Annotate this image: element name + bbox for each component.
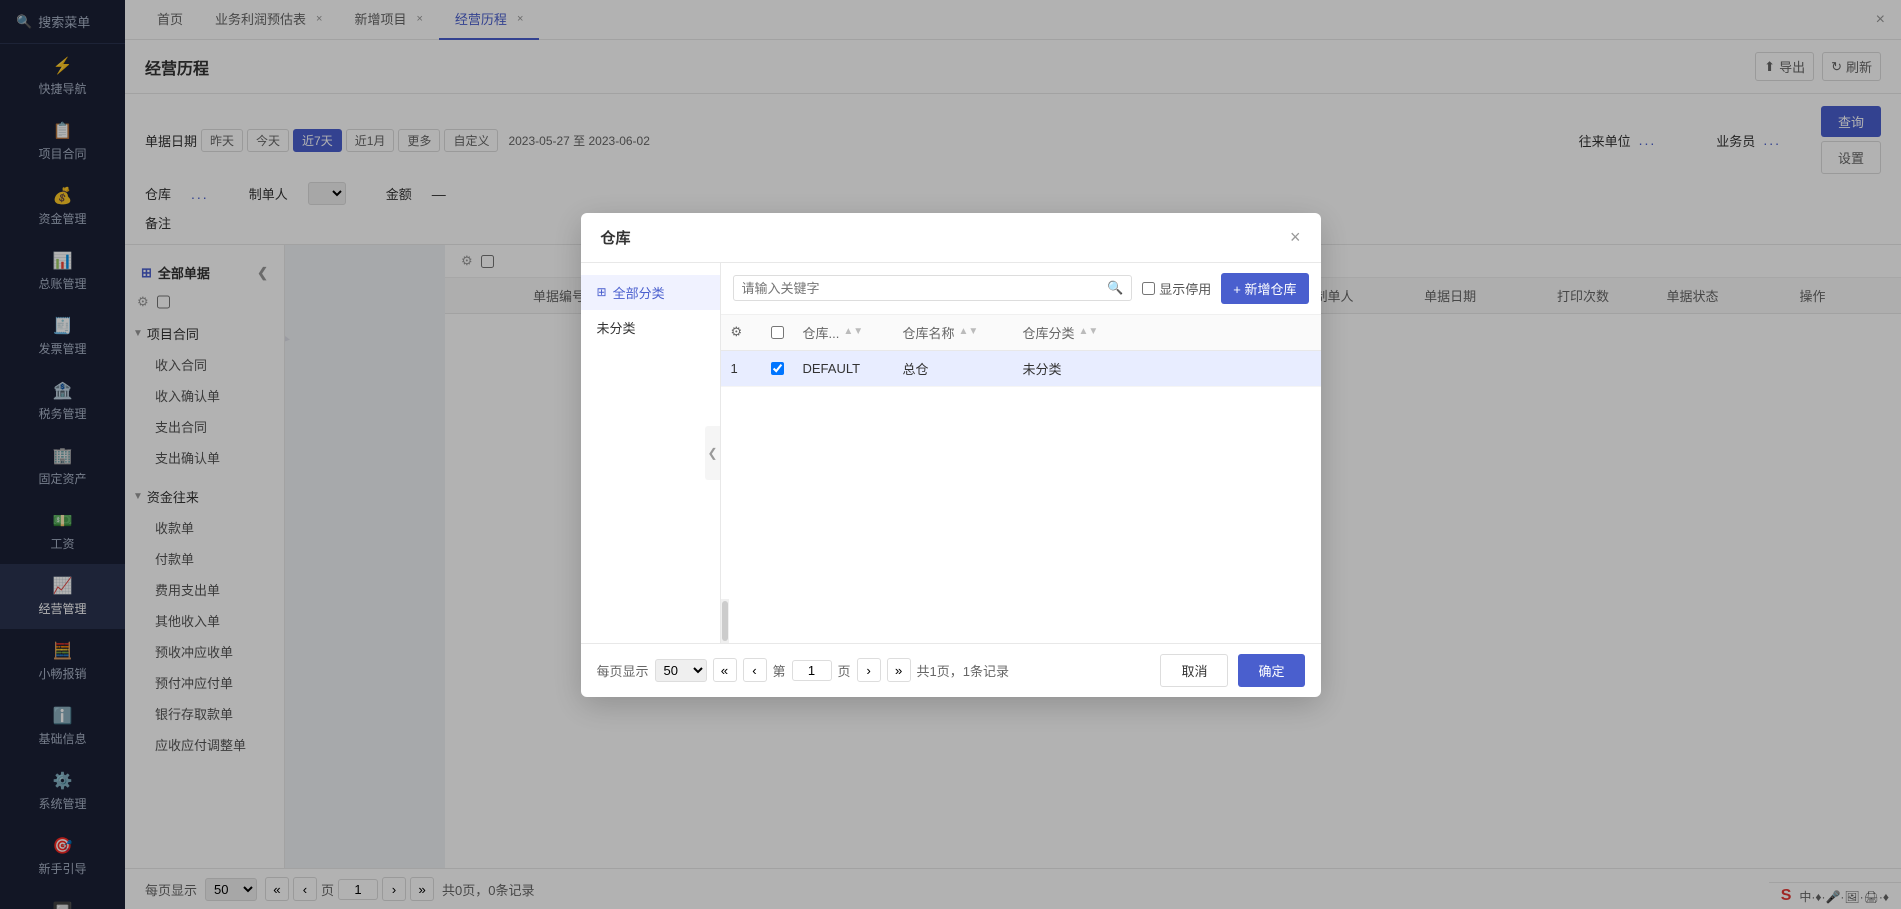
modal-table-header: ⚙ 仓库... ▲▼ 仓库名称 ▲▼ 仓库分类 ▲▼ (721, 315, 1321, 351)
modal-page-size-label: 每页显示 (597, 661, 649, 680)
grid-icon: ⊞ (597, 285, 607, 299)
modal-left-all-label: 全部分类 (613, 283, 665, 302)
modal-right-panel: 🔍 显示停用 + 新增仓库 ⚙ 仓库... (721, 263, 1321, 643)
panel-collapse-btn[interactable]: ❮ (705, 426, 719, 480)
modal-page-size-select[interactable]: 10 20 50 100 (655, 659, 707, 682)
show-disabled-checkbox[interactable] (1142, 282, 1155, 295)
modal-title: 仓库 (601, 227, 631, 248)
modal-left-panel: ⊞ 全部分类 未分类 ❮ (581, 263, 721, 643)
modal-left-unclassified[interactable]: 未分类 (581, 310, 720, 345)
modal-page-unit: 页 (838, 661, 851, 680)
sort-icon-code: ▲▼ (843, 327, 863, 337)
row-checkbox[interactable] (771, 362, 784, 375)
add-warehouse-button[interactable]: + 新增仓库 (1221, 273, 1308, 304)
modal-pagination: 每页显示 10 20 50 100 « ‹ 第 页 › » 共1页，1条记录 (597, 658, 1010, 682)
th-code: 仓库... ▲▼ (793, 315, 893, 350)
th-name: 仓库名称 ▲▼ (893, 315, 1013, 350)
warehouse-modal: 仓库 × ⊞ 全部分类 未分类 ❮ 🔍 (581, 213, 1321, 697)
modal-first-page[interactable]: « (713, 658, 737, 682)
modal-close-button[interactable]: × (1290, 227, 1301, 248)
modal-search-input[interactable] (742, 281, 1102, 296)
modal-table: ⚙ 仓库... ▲▼ 仓库名称 ▲▼ 仓库分类 ▲▼ (721, 315, 1321, 599)
table-row[interactable]: 1 DEFAULT 总仓 未分类 (721, 351, 1321, 387)
modal-left-unclassified-label: 未分类 (597, 318, 636, 337)
modal-left-all[interactable]: ⊞ 全部分类 (581, 275, 720, 310)
modal-page-input[interactable] (792, 660, 832, 681)
show-disabled-label: 显示停用 (1142, 279, 1211, 298)
th-settings-col: ⚙ (721, 315, 761, 350)
modal-prev-page[interactable]: ‹ (743, 658, 767, 682)
modal-search-icon: 🔍 (1107, 280, 1123, 296)
td-name: 总仓 (893, 351, 1013, 386)
table-select-all-modal[interactable] (771, 326, 784, 339)
scroll-indicator (721, 599, 729, 643)
th-category-label: 仓库分类 (1023, 323, 1075, 342)
show-disabled-text: 显示停用 (1159, 279, 1211, 298)
td-category: 未分类 (1013, 351, 1133, 386)
confirm-button[interactable]: 确定 (1238, 654, 1304, 687)
modal-next-page[interactable]: › (857, 658, 881, 682)
collapse-icon: ❮ (707, 446, 717, 460)
modal-footer: 每页显示 10 20 50 100 « ‹ 第 页 › » 共1页，1条记录 取… (581, 643, 1321, 697)
td-checkbox (761, 351, 793, 386)
modal-toolbar: 🔍 显示停用 + 新增仓库 (721, 263, 1321, 315)
th-checkbox-col (761, 315, 793, 350)
sort-icon-category: ▲▼ (1079, 327, 1099, 337)
modal-actions: 取消 确定 (1160, 654, 1304, 687)
settings-col-icon[interactable]: ⚙ (731, 324, 743, 340)
td-code: DEFAULT (793, 351, 893, 386)
th-category: 仓库分类 ▲▼ (1013, 315, 1133, 350)
modal-header: 仓库 × (581, 213, 1321, 263)
sort-icon-name: ▲▼ (959, 327, 979, 337)
td-settings: 1 (721, 351, 761, 386)
modal-body: ⊞ 全部分类 未分类 ❮ 🔍 显示停用 + 新增仓库 (581, 263, 1321, 643)
cancel-button[interactable]: 取消 (1160, 654, 1228, 687)
modal-search-box[interactable]: 🔍 (733, 275, 1133, 301)
modal-last-page[interactable]: » (887, 658, 911, 682)
th-name-label: 仓库名称 (903, 323, 955, 342)
scroll-thumb (722, 601, 728, 641)
th-code-label: 仓库... (803, 323, 840, 342)
modal-page-label: 第 (773, 661, 786, 680)
modal-summary: 共1页，1条记录 (917, 661, 1009, 680)
